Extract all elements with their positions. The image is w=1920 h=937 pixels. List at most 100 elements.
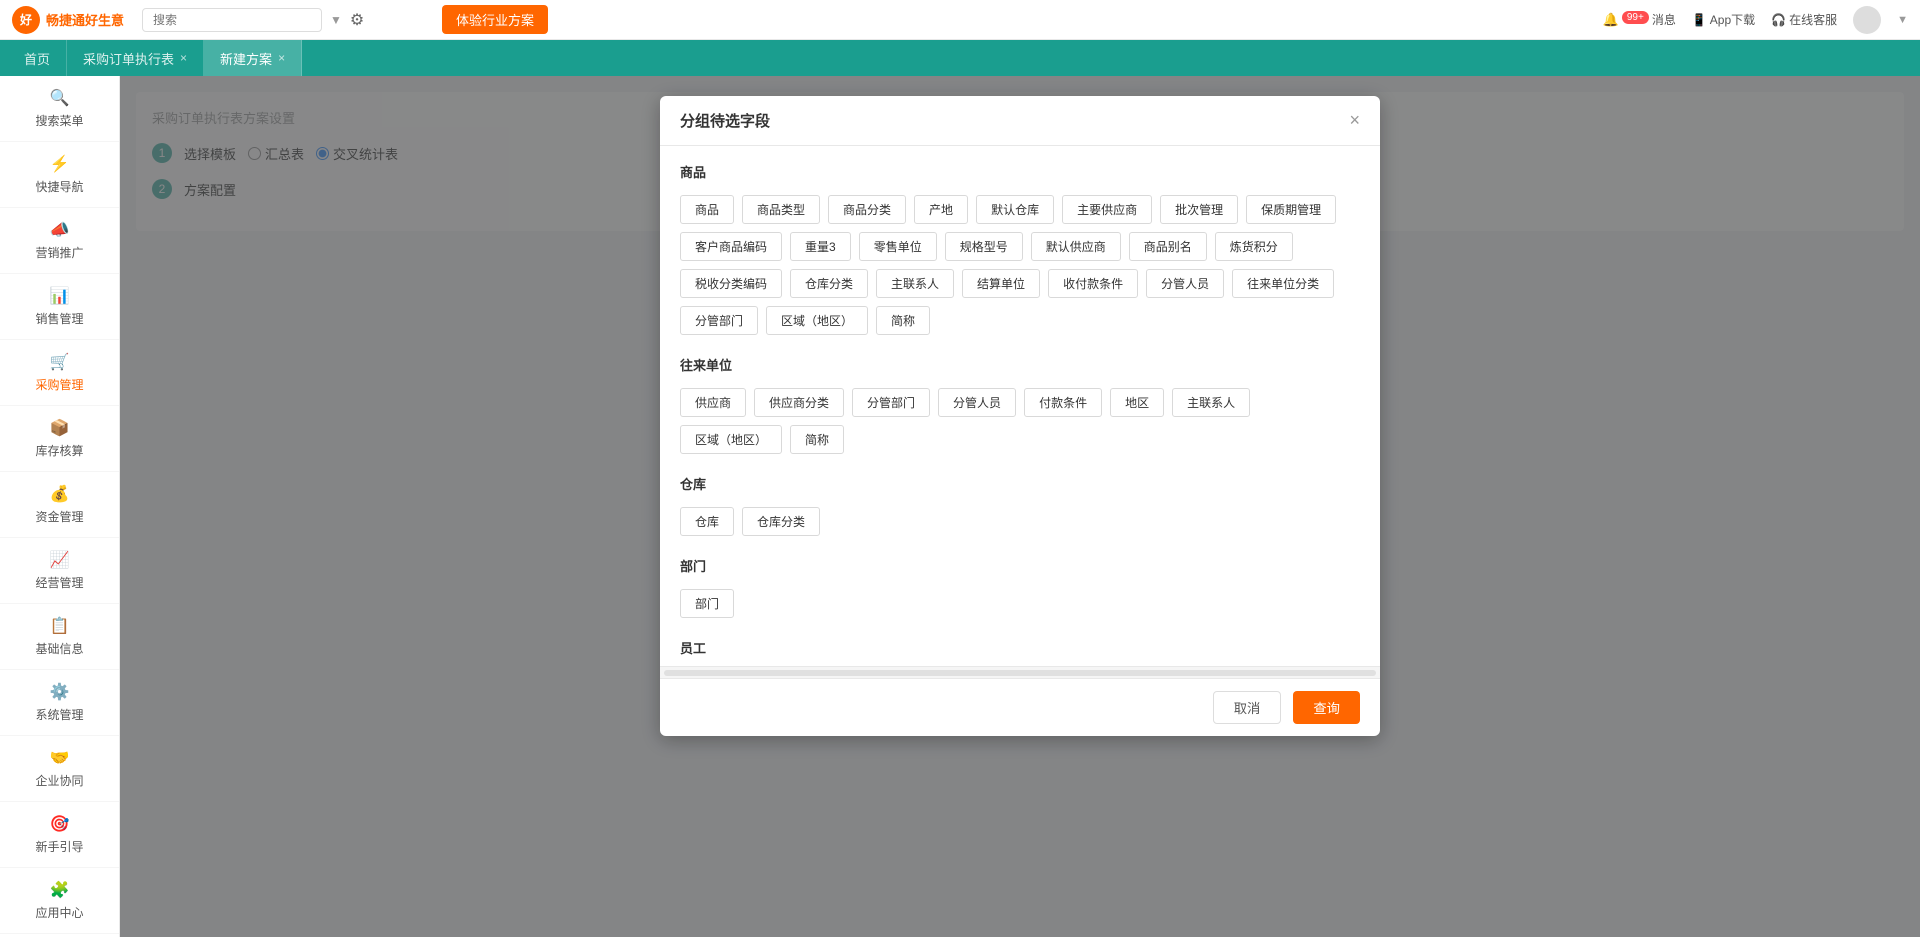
field-tag-0-21[interactable]: 往来单位分类 — [1232, 269, 1334, 298]
sidebar-label-11: 新手引导 — [35, 838, 83, 855]
field-grid-department: 部门 — [680, 589, 1360, 618]
field-tag-0-19[interactable]: 收付款条件 — [1048, 269, 1138, 298]
modal-field-select: 分组待选字段 × 商品商品商品类型商品分类产地默认仓库主要供应商批次管理保质期管… — [660, 96, 1380, 736]
user-menu-arrow[interactable]: ▼ — [1897, 14, 1908, 26]
section-title-employee: 员工 — [680, 638, 1360, 661]
field-tag-3-0[interactable]: 部门 — [680, 589, 734, 618]
field-tag-0-16[interactable]: 仓库分类 — [790, 269, 868, 298]
horizontal-scrollbar[interactable] — [664, 670, 1376, 676]
sidebar-item-10[interactable]: 🤝 企业协同 — [0, 736, 119, 802]
field-tag-1-1[interactable]: 供应商分类 — [754, 388, 844, 417]
sidebar-item-8[interactable]: 📋 基础信息 — [0, 604, 119, 670]
logo-icon: 好 — [12, 6, 40, 34]
field-tag-0-8[interactable]: 客户商品编码 — [680, 232, 782, 261]
modal-overlay[interactable]: 分组待选字段 × 商品商品商品类型商品分类产地默认仓库主要供应商批次管理保质期管… — [120, 76, 1920, 937]
sidebar-item-2[interactable]: 📣 营销推广 — [0, 208, 119, 274]
sidebar-item-11[interactable]: 🎯 新手引导 — [0, 802, 119, 868]
section-employee: 员工业务员 — [680, 638, 1360, 666]
field-tag-0-18[interactable]: 结算单位 — [962, 269, 1040, 298]
field-grid-partner: 供应商供应商分类分管部门分管人员付款条件地区主联系人区域（地区） 简称 — [680, 388, 1360, 454]
sidebar-icon-1: ⚡ — [50, 154, 70, 174]
field-tag-0-14[interactable]: 炼货积分 — [1215, 232, 1293, 261]
headset-icon: 🎧 — [1771, 13, 1786, 27]
field-tag-2-1[interactable]: 仓库分类 — [742, 507, 820, 536]
sidebar-icon-3: 📊 — [50, 286, 70, 306]
field-tag-1-2[interactable]: 分管部门 — [852, 388, 930, 417]
field-tag-0-6[interactable]: 批次管理 — [1160, 195, 1238, 224]
sidebar-item-12[interactable]: 🧩 应用中心 — [0, 868, 119, 934]
notification-area[interactable]: 🔔 99+ 消息 — [1603, 11, 1676, 28]
field-tag-0-20[interactable]: 分管人员 — [1146, 269, 1224, 298]
sidebar-label-3: 销售管理 — [35, 310, 83, 327]
field-tag-0-9[interactable]: 重量3 — [790, 232, 851, 261]
logo-text: 畅捷通好生意 — [46, 10, 124, 29]
field-tag-1-8[interactable]: 简称 — [790, 425, 844, 454]
app-download[interactable]: 📱 App下载 — [1692, 11, 1755, 28]
field-tag-0-12[interactable]: 默认供应商 — [1031, 232, 1121, 261]
field-tag-0-5[interactable]: 主要供应商 — [1062, 195, 1152, 224]
field-tag-0-22[interactable]: 分管部门 — [680, 306, 758, 335]
field-tag-1-6[interactable]: 主联系人 — [1172, 388, 1250, 417]
sidebar-item-3[interactable]: 📊 销售管理 — [0, 274, 119, 340]
tab-bar: 首页 采购订单执行表 × 新建方案 × — [0, 40, 1920, 76]
field-tag-2-0[interactable]: 仓库 — [680, 507, 734, 536]
confirm-button[interactable]: 查询 — [1293, 691, 1360, 724]
sidebar-icon-8: 📋 — [50, 616, 70, 636]
sidebar-icon-12: 🧩 — [50, 880, 70, 900]
field-tag-0-17[interactable]: 主联系人 — [876, 269, 954, 298]
sidebar-icon-2: 📣 — [50, 220, 70, 240]
tab-close-purchase[interactable]: × — [180, 51, 187, 65]
sidebar-label-0: 搜索菜单 — [35, 112, 83, 129]
sidebar-item-7[interactable]: 📈 经营管理 — [0, 538, 119, 604]
modal-close-btn[interactable]: × — [1349, 110, 1360, 131]
notification-badge: 99+ — [1622, 11, 1649, 24]
sidebar-item-1[interactable]: ⚡ 快捷导航 — [0, 142, 119, 208]
field-tag-0-0[interactable]: 商品 — [680, 195, 734, 224]
field-tag-0-3[interactable]: 产地 — [914, 195, 968, 224]
sidebar-label-1: 快捷导航 — [35, 178, 83, 195]
cancel-button[interactable]: 取消 — [1213, 691, 1282, 724]
field-grid-goods: 商品商品类型商品分类产地默认仓库主要供应商批次管理保质期管理客户商品编码重量3 零… — [680, 195, 1360, 335]
sidebar-item-5[interactable]: 📦 库存核算 — [0, 406, 119, 472]
field-tag-1-4[interactable]: 付款条件 — [1024, 388, 1102, 417]
tab-purchase-execution[interactable]: 采购订单执行表 × — [67, 40, 204, 76]
field-tag-0-24[interactable]: 简称 — [876, 306, 930, 335]
sidebar-label-10: 企业协同 — [35, 772, 83, 789]
experience-btn[interactable]: 体验行业方案 — [442, 5, 548, 34]
avatar[interactable] — [1853, 6, 1881, 34]
online-service[interactable]: 🎧 在线客服 — [1771, 11, 1837, 28]
field-tag-0-4[interactable]: 默认仓库 — [976, 195, 1054, 224]
field-tag-0-1[interactable]: 商品类型 — [742, 195, 820, 224]
sidebar-item-9[interactable]: ⚙️ 系统管理 — [0, 670, 119, 736]
tab-close-new-plan[interactable]: × — [278, 51, 285, 65]
sidebar-icon-7: 📈 — [50, 550, 70, 570]
section-title-department: 部门 — [680, 556, 1360, 579]
field-tag-0-7[interactable]: 保质期管理 — [1246, 195, 1336, 224]
field-tag-0-23[interactable]: 区域（地区） — [766, 306, 868, 335]
sidebar-icon-5: 📦 — [50, 418, 70, 438]
field-tag-0-11[interactable]: 规格型号 — [945, 232, 1023, 261]
search-input[interactable] — [142, 8, 322, 32]
sidebar-label-12: 应用中心 — [35, 904, 83, 921]
field-tag-0-13[interactable]: 商品别名 — [1129, 232, 1207, 261]
field-tag-1-0[interactable]: 供应商 — [680, 388, 746, 417]
field-tag-0-10[interactable]: 零售单位 — [859, 232, 937, 261]
gear-icon[interactable]: ⚙ — [350, 10, 364, 30]
sidebar-item-0[interactable]: 🔍 搜索菜单 — [0, 76, 119, 142]
sidebar-item-4[interactable]: 🛒 采购管理 — [0, 340, 119, 406]
modal-title: 分组待选字段 — [680, 110, 770, 131]
section-department: 部门部门 — [680, 556, 1360, 618]
section-title-partner: 往来单位 — [680, 355, 1360, 378]
field-tag-1-7[interactable]: 区域（地区） — [680, 425, 782, 454]
field-tag-0-2[interactable]: 商品分类 — [828, 195, 906, 224]
sidebar-item-6[interactable]: 💰 资金管理 — [0, 472, 119, 538]
field-tag-1-5[interactable]: 地区 — [1110, 388, 1164, 417]
tab-home[interactable]: 首页 — [8, 40, 67, 76]
sidebar-icon-0: 🔍 — [50, 88, 70, 108]
tab-new-plan[interactable]: 新建方案 × — [204, 40, 302, 76]
field-tag-1-3[interactable]: 分管人员 — [938, 388, 1016, 417]
field-tag-0-15[interactable]: 税收分类编码 — [680, 269, 782, 298]
sidebar-label-6: 资金管理 — [35, 508, 83, 525]
dropdown-arrow-icon[interactable]: ▼ — [330, 13, 342, 27]
phone-icon: 📱 — [1692, 13, 1707, 27]
